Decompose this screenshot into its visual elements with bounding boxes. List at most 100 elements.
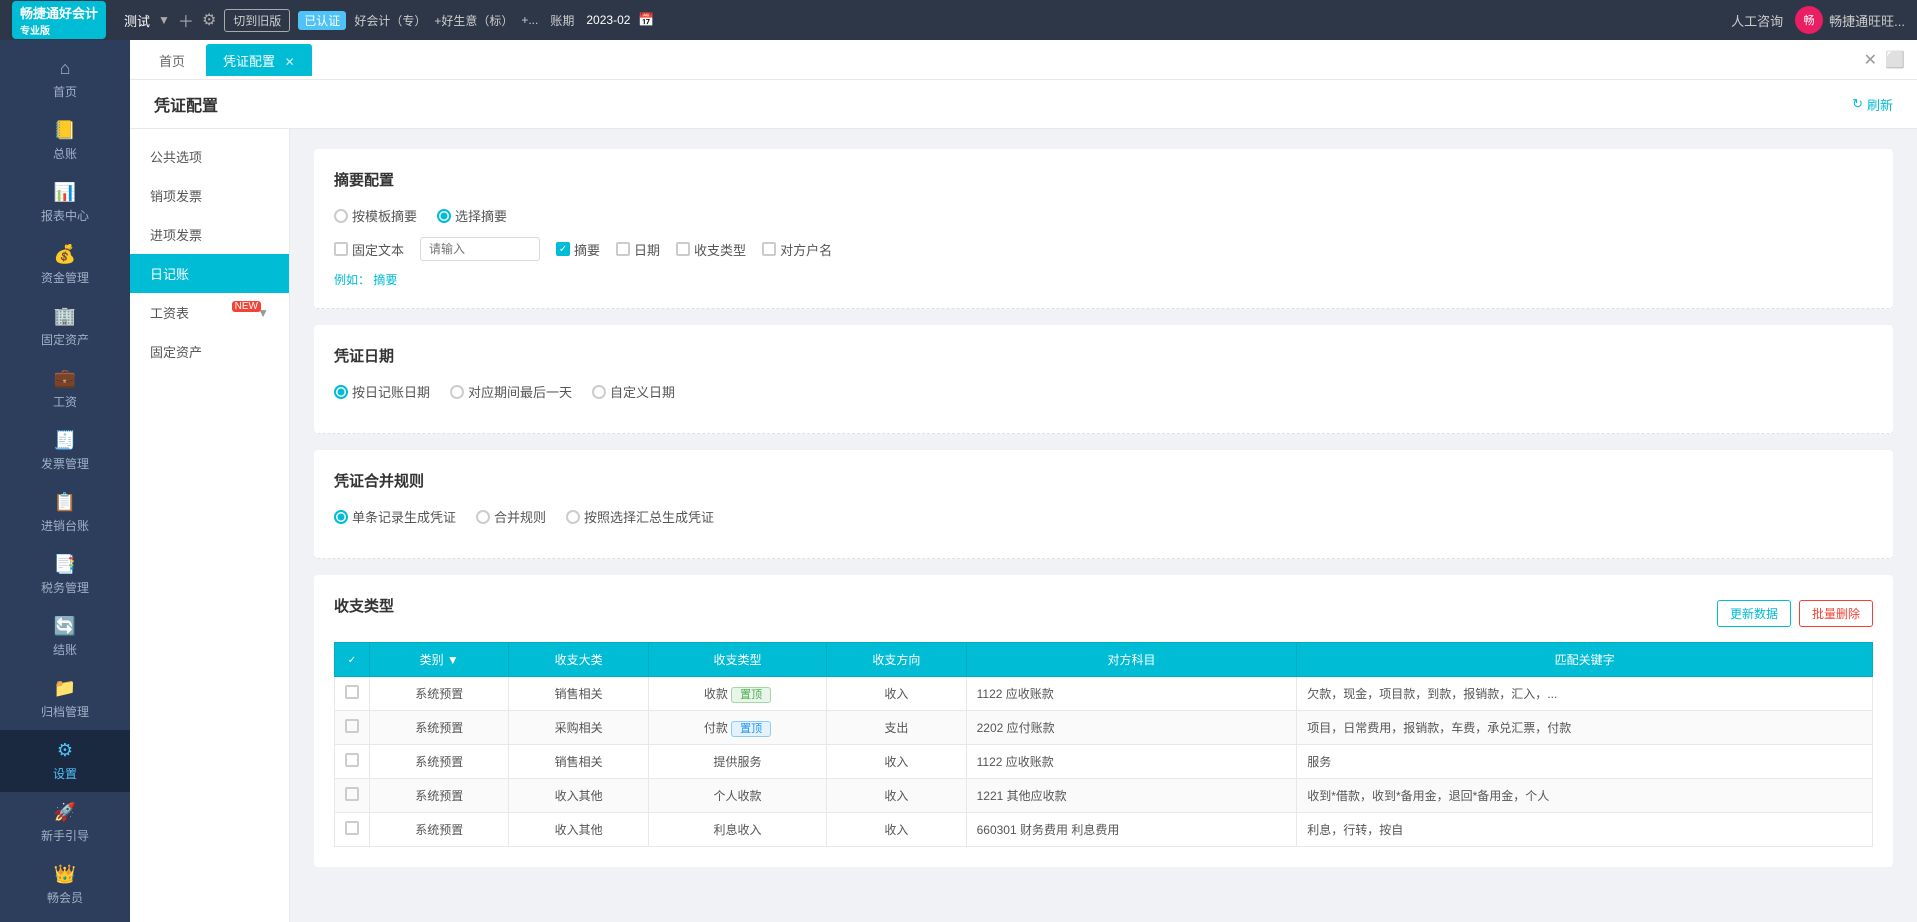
left-nav-purchase-invoice[interactable]: 进项发票 <box>130 215 289 254</box>
tab-close-icon[interactable]: ✕ <box>285 55 295 69</box>
merge-rules-radio-group: 单条记录生成凭证 合并规则 按照选择汇总生成凭证 <box>334 507 1873 526</box>
sidebar-item-close[interactable]: 🔄 结账 <box>0 606 130 668</box>
calendar-icon[interactable]: 📅 <box>638 12 654 28</box>
period-label: 账期 <box>550 12 574 29</box>
row-account-2: 1122 应收账款 <box>966 745 1297 779</box>
tag3: +... <box>521 13 538 27</box>
row-sub-type-4: 利息收入 <box>648 813 826 847</box>
app-logo: 畅捷通好会计专业版 <box>12 1 106 39</box>
sidebar-item-payroll[interactable]: 💼 工资 <box>0 358 130 420</box>
service-button[interactable]: 人工咨询 <box>1731 11 1783 30</box>
th-account: 对方科目 <box>966 643 1297 677</box>
topbar-arrow: ▼ <box>158 13 170 27</box>
update-data-button[interactable]: 更新数据 <box>1717 600 1791 627</box>
row-checkbox-1[interactable] <box>335 711 370 745</box>
checkbox-fixed-text[interactable]: 固定文本 <box>334 240 404 259</box>
row-direction-2: 收入 <box>827 745 966 779</box>
window-close-icon[interactable]: ✕ <box>1864 50 1877 70</box>
topbar-right: 人工咨询 畅 畅捷通旺旺... <box>1731 6 1905 34</box>
voucher-date-radio-group: 按日记账日期 对应期间最后一天 自定义日期 <box>334 382 1873 401</box>
sidebar-item-assets[interactable]: 🏢 固定资产 <box>0 296 130 358</box>
row-category-3: 系统预置 <box>370 779 509 813</box>
checkbox-counterparty[interactable]: 对方户名 <box>762 240 832 259</box>
checkbox-income-type[interactable]: 收支类型 <box>676 240 746 259</box>
radio-summary-generate[interactable]: 按照选择汇总生成凭证 <box>566 507 714 526</box>
income-expense-table: ✓ 类别 ▼ 收支大类 收支类型 收支方向 对方科目 匹配关键字 <box>334 642 1873 847</box>
new-badge: NEW <box>232 301 261 312</box>
row-checkbox-4[interactable] <box>335 813 370 847</box>
topbar-plus-icon[interactable]: ＋ <box>178 8 194 32</box>
checkbox-date[interactable]: 日期 <box>616 240 660 259</box>
sidebar-item-guide[interactable]: 🚀 新手引导 <box>0 792 130 854</box>
left-nav-sales-invoice[interactable]: 销项发票 <box>130 176 289 215</box>
row-category-2: 系统预置 <box>370 745 509 779</box>
right-content: 摘要配置 按模板摘要 选择摘要 <box>290 129 1917 922</box>
row-check-box[interactable] <box>345 753 359 767</box>
member-icon: 👑 <box>54 864 76 885</box>
left-nav-payroll[interactable]: 工资表 NEW ▼ <box>130 293 289 332</box>
voucher-date-title: 凭证日期 <box>334 345 1873 366</box>
row-sub-type-2: 提供服务 <box>648 745 826 779</box>
select-all-checkbox[interactable]: ✓ <box>345 653 359 667</box>
sidebar-item-reports[interactable]: 📊 报表中心 <box>0 172 130 234</box>
switch-version-button[interactable]: 切到旧版 <box>224 9 290 32</box>
radio-select-summary[interactable]: 选择摘要 <box>437 206 507 225</box>
sidebar-item-member[interactable]: 👑 畅会员 <box>0 854 130 916</box>
radio-single-record[interactable]: 单条记录生成凭证 <box>334 507 456 526</box>
row-checkbox-2[interactable] <box>335 745 370 779</box>
refresh-button[interactable]: ↻ 刷新 <box>1852 95 1893 114</box>
row-category-0: 系统预置 <box>370 677 509 711</box>
table-row: 系统预置 收入其他 个人收款 收入 1221 其他应收款 收到*借款，收到*备用… <box>335 779 1873 813</box>
table-row: 系统预置 采购相关 付款 置顶 支出 2202 应付账款 项目，日常费用，报销款… <box>335 711 1873 745</box>
checkbox-summary[interactable]: ✓ 摘要 <box>556 240 600 259</box>
row-main-type-0: 销售相关 <box>509 677 648 711</box>
sidebar-item-ledger[interactable]: 📒 总账 <box>0 110 130 172</box>
radio-custom-date[interactable]: 自定义日期 <box>592 382 675 401</box>
sidebar-item-home[interactable]: ⌂ 首页 <box>0 48 130 110</box>
direction-tag-1[interactable]: 置顶 <box>731 721 771 737</box>
page-title: 凭证配置 <box>154 92 218 116</box>
th-keywords: 匹配关键字 <box>1297 643 1873 677</box>
sales-icon: 📋 <box>54 492 76 513</box>
tab-home[interactable]: 首页 <box>142 44 202 76</box>
radio-merge-rule[interactable]: 合并规则 <box>476 507 546 526</box>
row-checkbox-0[interactable] <box>335 677 370 711</box>
window-maximize-icon[interactable]: ⬜ <box>1885 50 1905 70</box>
sidebar-item-settings[interactable]: ⚙ 设置 <box>0 730 130 792</box>
row-check-box[interactable] <box>345 787 359 801</box>
row-check-box[interactable] <box>345 685 359 699</box>
radio-template-summary[interactable]: 按模板摘要 <box>334 206 417 225</box>
row-keywords-1: 项目，日常费用，报销款，车费，承兑汇票，付款 <box>1297 711 1873 745</box>
fixed-text-input[interactable] <box>420 237 540 261</box>
certified-badge: 已认证 <box>298 11 346 30</box>
batch-delete-button[interactable]: 批量删除 <box>1799 600 1873 627</box>
left-nav-journal[interactable]: 日记账 <box>130 254 289 293</box>
radio-journal-date[interactable]: 按日记账日期 <box>334 382 430 401</box>
topbar-gear-icon[interactable]: ⚙ <box>202 10 216 30</box>
avatar: 畅 <box>1795 6 1823 34</box>
row-check-box[interactable] <box>345 821 359 835</box>
row-main-type-1: 采购相关 <box>509 711 648 745</box>
table-actions: 更新数据 批量删除 <box>1717 600 1873 627</box>
row-checkbox-3[interactable] <box>335 779 370 813</box>
row-keywords-4: 利息，行转，按自 <box>1297 813 1873 847</box>
sidebar-item-archive[interactable]: 📁 归档管理 <box>0 668 130 730</box>
row-direction-3: 收入 <box>827 779 966 813</box>
sidebar-item-tax[interactable]: 📑 税务管理 <box>0 544 130 606</box>
sidebar-item-sales[interactable]: 📋 进销台账 <box>0 482 130 544</box>
summary-checkbox-row: 固定文本 ✓ 摘要 日期 收支类型 <box>334 237 1873 261</box>
radio-period-last-day[interactable]: 对应期间最后一天 <box>450 382 572 401</box>
left-nav-public[interactable]: 公共选项 <box>130 137 289 176</box>
sidebar-item-finance[interactable]: 💰 资金管理 <box>0 234 130 296</box>
direction-tag-0[interactable]: 置顶 <box>731 687 771 703</box>
th-checkbox: ✓ <box>335 643 370 677</box>
row-check-box[interactable] <box>345 719 359 733</box>
user-info[interactable]: 畅 畅捷通旺旺... <box>1795 6 1905 34</box>
radio-circle-period <box>450 385 464 399</box>
sidebar-item-invoices[interactable]: 🧾 发票管理 <box>0 420 130 482</box>
income-expense-section: 收支类型 更新数据 批量删除 ✓ 类别 ▼ <box>314 575 1893 867</box>
topbar-title: 测试 <box>124 11 150 30</box>
radio-circle <box>334 209 348 223</box>
left-nav-fixed-assets[interactable]: 固定资产 <box>130 332 289 371</box>
tab-voucher-config[interactable]: 凭证配置 ✕ <box>206 44 312 76</box>
